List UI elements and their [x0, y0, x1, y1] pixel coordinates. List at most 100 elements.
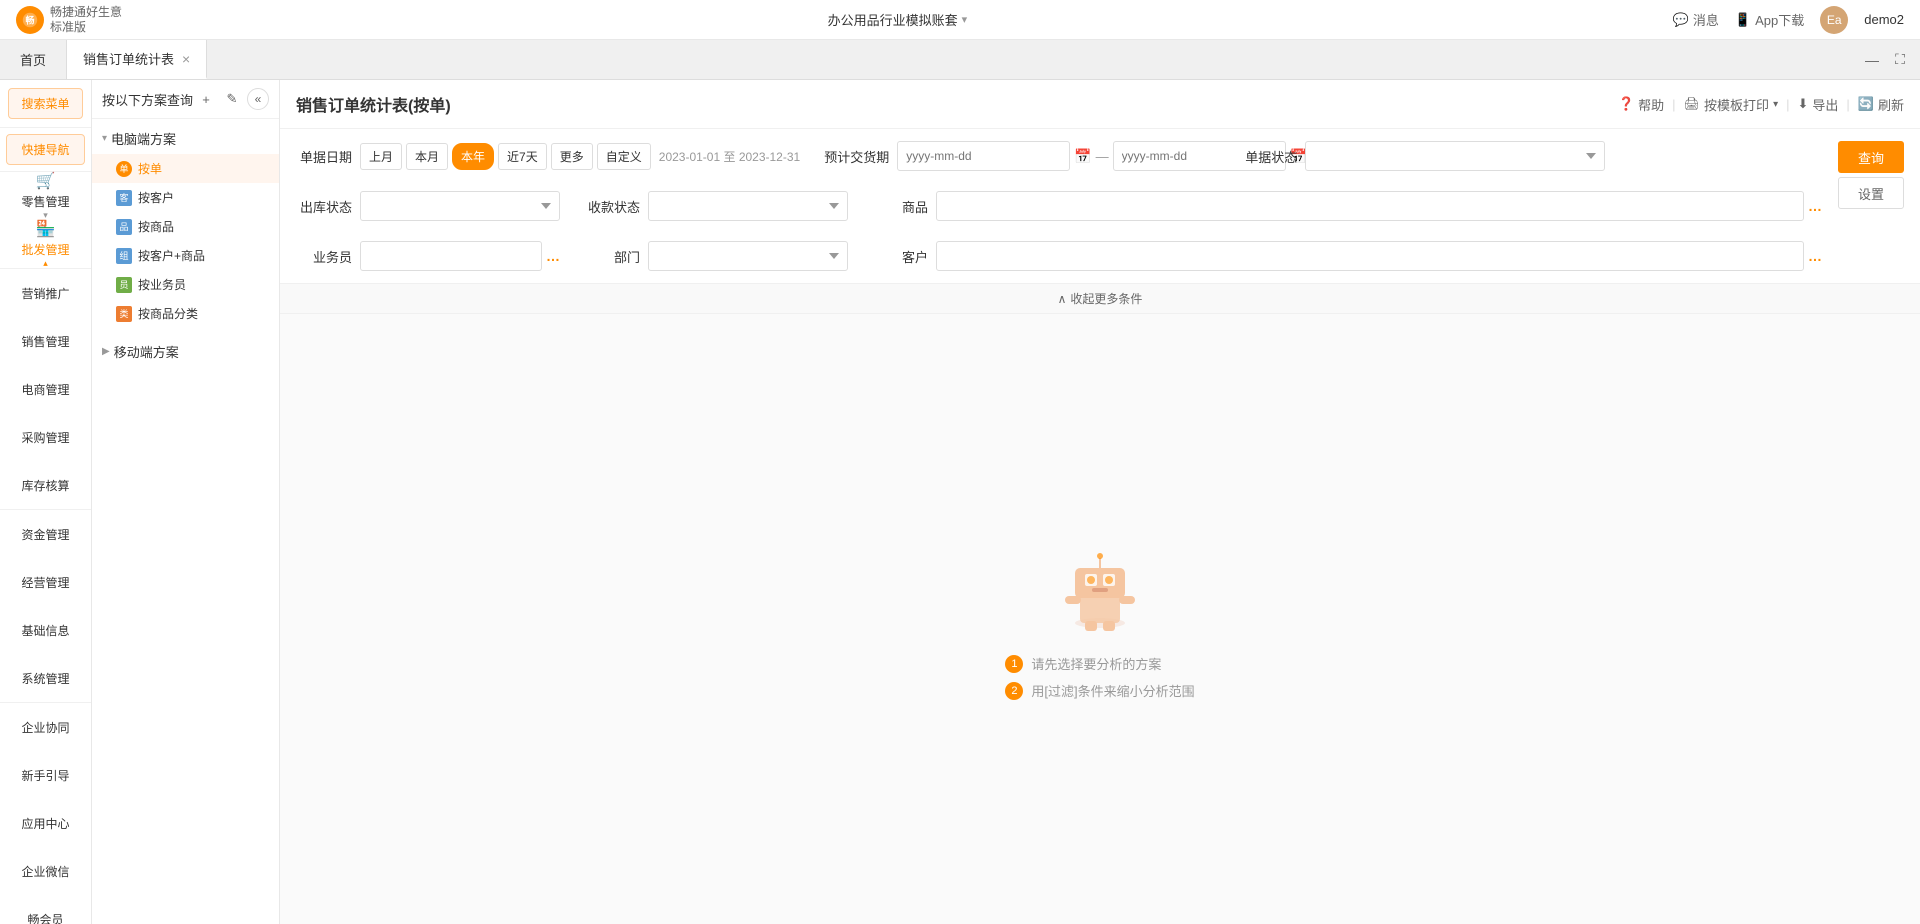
payment-status-label: 收款状态 [584, 197, 640, 216]
wholesale-arrow: ▴ [43, 258, 48, 269]
quick-nav-btn[interactable]: 快捷导航 [6, 134, 85, 165]
message-btn[interactable]: 💬 消息 [1673, 10, 1719, 29]
help-btn[interactable]: ❓ 帮助 [1618, 95, 1664, 114]
customer-input[interactable] [936, 241, 1804, 271]
scheme-item-order[interactable]: 单 按单 [92, 154, 279, 183]
date-btn-group: 上月 本月 本年 近7天 更多 自定义 [360, 143, 651, 170]
customer-ellipsis[interactable]: … [1808, 248, 1822, 264]
sidebar-item-system[interactable]: 系统管理 [0, 654, 91, 702]
tab-home[interactable]: 首页 [0, 40, 67, 79]
collapse-bar[interactable]: ∧ 收起更多条件 [280, 284, 1920, 314]
prev-month-btn[interactable]: 上月 [360, 143, 402, 170]
avatar[interactable]: Ea [1820, 6, 1848, 34]
tab-minimize-btn[interactable]: — [1860, 48, 1884, 72]
sidebar-item-inventory[interactable]: 库存核算 [0, 461, 91, 509]
scheme-item-goods-cat[interactable]: 类 按商品分类 [92, 299, 279, 328]
tab-bar: 首页 销售订单统计表 × — ⛶ [0, 40, 1920, 80]
divider3: | [1846, 97, 1849, 112]
delivery-date-start-input[interactable] [897, 141, 1070, 171]
mobile-scheme-parent[interactable]: ▶ 移动端方案 [92, 336, 279, 367]
custom-date-btn[interactable]: 自定义 [597, 143, 651, 170]
query-btn[interactable]: 查询 [1838, 141, 1904, 173]
sidebar-item-ecommerce[interactable]: 电商管理 [0, 365, 91, 413]
divider2: | [1786, 97, 1789, 112]
customer-label: 客户 [872, 247, 928, 266]
salesman-input[interactable] [360, 241, 542, 271]
filter-buttons: 查询 设置 [1838, 141, 1904, 209]
help-icon: ❓ [1618, 96, 1634, 112]
tip-item-2: 2 用[过滤]条件来缩小分析范围 [1005, 681, 1194, 700]
page-title: 销售订单统计表(按单) [296, 92, 451, 116]
scheme-item-cust-goods[interactable]: 组 按客户+商品 [92, 241, 279, 270]
sidebar-item-marketing[interactable]: 营销推广 [0, 269, 91, 317]
sidebar-item-operation[interactable]: 经营管理 [0, 558, 91, 606]
export-btn[interactable]: ⬇ 导出 [1797, 95, 1838, 114]
filter-row-3: 业务员 … 部门 客户 [296, 241, 1822, 271]
sidebar-item-wholesale[interactable]: 🏪 批发管理 ▴ [0, 220, 91, 268]
tip-item-1: 1 请先选择要分析的方案 [1005, 654, 1194, 673]
sidebar-item-sales[interactable]: 销售管理 [0, 317, 91, 365]
tab-sales-order-stat[interactable]: 销售订单统计表 × [67, 40, 207, 79]
salesman-ellipsis[interactable]: … [546, 248, 560, 264]
edit-scheme-btn[interactable]: ✎ [221, 88, 243, 110]
salesman-label: 业务员 [296, 247, 352, 266]
last7days-btn[interactable]: 近7天 [498, 143, 547, 170]
username: demo2 [1864, 12, 1904, 27]
sidebar-item-guide[interactable]: 新手引导 [0, 751, 91, 799]
sidebar-item-wechat[interactable]: 企业微信 [0, 847, 91, 895]
page-actions: ❓ 帮助 | 🖨 按模板打印 ▾ | ⬇ 导出 | [1618, 95, 1904, 114]
print-dropdown-icon: ▾ [1773, 99, 1778, 110]
scheme-item-customer[interactable]: 客 按客户 [92, 183, 279, 212]
setting-btn[interactable]: 设置 [1838, 177, 1904, 209]
status-select[interactable] [1305, 141, 1605, 171]
app-download-btn[interactable]: 📱 App下载 [1735, 10, 1804, 29]
print-btn[interactable]: 🖨 按模板打印 ▾ [1684, 95, 1779, 114]
tip-num-2: 2 [1005, 682, 1023, 700]
mobile-scheme-section: ▶ 移动端方案 [92, 332, 279, 371]
empty-image [1050, 538, 1150, 638]
dept-select[interactable] [648, 241, 848, 271]
scheme-icon-order: 单 [116, 161, 132, 177]
top-bar-left: 畅 畅捷通好生意 标准版 [16, 5, 122, 34]
this-month-btn[interactable]: 本月 [406, 143, 448, 170]
delivery-status-select[interactable] [360, 191, 560, 221]
retail-icon: 🛒 [36, 171, 56, 191]
refresh-btn[interactable]: 🔄 刷新 [1858, 95, 1904, 114]
dept-label: 部门 [584, 247, 640, 266]
right-panel: 销售订单统计表(按单) ❓ 帮助 | 🖨 按模板打印 ▾ | ⬇ [280, 80, 1920, 924]
collapse-panel-btn[interactable]: « [247, 88, 269, 110]
goods-input[interactable] [936, 191, 1804, 221]
content-body: 1 请先选择要分析的方案 2 用[过滤]条件来缩小分析范围 [280, 314, 1920, 924]
pc-scheme-parent[interactable]: ▾ 电脑端方案 [92, 123, 279, 154]
sidebar-item-retail[interactable]: 🛒 零售管理 ▾ [0, 172, 91, 220]
sidebar-item-purchase[interactable]: 采购管理 [0, 413, 91, 461]
payment-status-select[interactable] [648, 191, 848, 221]
sidebar-item-finance[interactable]: 资金管理 [0, 510, 91, 558]
top-bar: 畅 畅捷通好生意 标准版 办公用品行业模拟账套 ▾ 💬 消息 📱 App下载 E… [0, 0, 1920, 40]
system-dropdown-icon[interactable]: ▾ [962, 13, 968, 26]
filter-area: 单据日期 上月 本月 本年 近7天 更多 自定义 2023-01-01 至 20… [280, 129, 1920, 284]
delivery-date-label: 预计交货期 [824, 147, 889, 166]
top-bar-center: 办公用品行业模拟账套 ▾ [122, 10, 1673, 29]
date-label: 单据日期 [296, 147, 352, 166]
search-menu-btn[interactable]: 搜索菜单 [8, 88, 83, 119]
add-scheme-btn[interactable]: + [195, 88, 217, 110]
goods-label: 商品 [872, 197, 928, 216]
scheme-icon-goods-cat: 类 [116, 306, 132, 322]
scheme-item-salesman[interactable]: 员 按业务员 [92, 270, 279, 299]
tab-maximize-btn[interactable]: ⛶ [1888, 48, 1912, 72]
tab-close-btn[interactable]: × [182, 52, 190, 66]
this-year-btn[interactable]: 本年 [452, 143, 494, 170]
goods-ellipsis[interactable]: … [1808, 198, 1822, 214]
sidebar-item-corp[interactable]: 企业协同 [0, 703, 91, 751]
more-date-btn[interactable]: 更多 [551, 143, 593, 170]
scheme-item-goods[interactable]: 品 按商品 [92, 212, 279, 241]
scheme-icon-cust-goods: 组 [116, 248, 132, 264]
sidebar-item-appcenter[interactable]: 应用中心 [0, 799, 91, 847]
status-label: 单据状态 [1241, 147, 1297, 166]
mobile-icon: 📱 [1735, 12, 1751, 28]
sidebar-item-basic[interactable]: 基础信息 [0, 606, 91, 654]
calendar-start-icon[interactable]: 📅 [1074, 148, 1091, 165]
empty-area: 1 请先选择要分析的方案 2 用[过滤]条件来缩小分析范围 [1005, 538, 1194, 700]
sidebar-item-member[interactable]: 畅会员 [0, 895, 91, 924]
